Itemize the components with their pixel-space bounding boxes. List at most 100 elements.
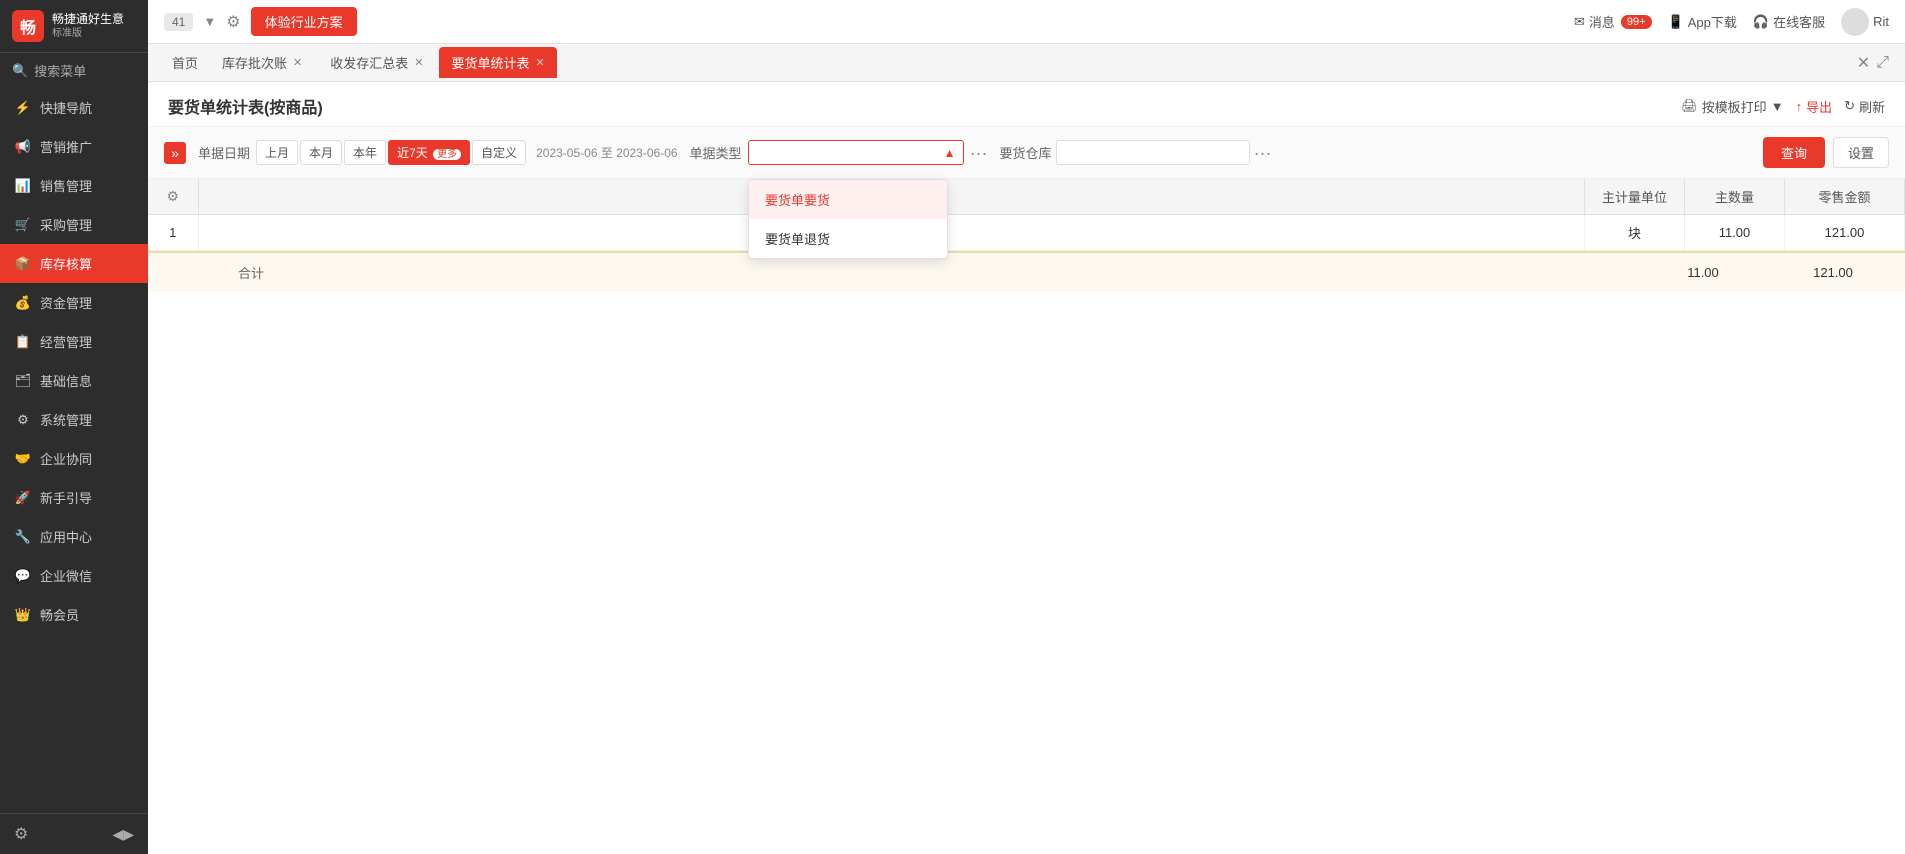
page-content: 要货单统计表(按商品) 🖨 按模板打印 ▼ ↑ 导出 ↻ 刷新 — [148, 82, 1905, 854]
headset-icon: 🎧 — [1753, 14, 1769, 30]
sidebar-item-quick-nav[interactable]: ⚡ 快捷导航 — [0, 88, 148, 127]
expand-button[interactable]: » — [164, 142, 186, 164]
tab-requisition-stats[interactable]: 要货单统计表 ✕ — [439, 47, 556, 78]
guide-icon: 🚀 — [14, 489, 32, 507]
app-center-icon: 🔧 — [14, 528, 32, 546]
table-head: ⚙ 商品 主计量单位 主数量 零售金额 — [148, 179, 1905, 215]
topbar-right: ✉ 消息 99+ 📱 App下载 🎧 在线客服 Rit — [1574, 8, 1889, 36]
sidebar-item-inventory[interactable]: 📦 库存核算 — [0, 244, 148, 283]
sidebar-item-operations[interactable]: 📋 经营管理 — [0, 322, 148, 361]
tab-receive-summary[interactable]: 收发存汇总表 ✕ — [318, 47, 435, 78]
date-btn-this-month[interactable]: 本月 — [300, 140, 342, 165]
table-footer: 合计 11.00 121.00 — [148, 251, 1905, 292]
sidebar-item-member[interactable]: 👑 畅会员 — [0, 595, 148, 634]
user-avatar — [1841, 8, 1869, 36]
app-download-item[interactable]: 📱 App下载 — [1668, 12, 1737, 31]
warehouse-more-icon[interactable]: ··· — [1254, 144, 1272, 162]
topbar: 41 ▼ ⚙ 体验行业方案 ✉ 消息 99+ 📱 App下载 🎧 在线客服 Ri… — [148, 0, 1905, 44]
search-menu[interactable]: 🔍 搜索菜单 — [0, 53, 148, 88]
date-filter-label: 单据日期 — [198, 143, 250, 162]
tabs-expand-icon[interactable]: ⤢ — [1876, 54, 1889, 72]
tab-close-requisition-stats[interactable]: ✕ — [536, 56, 545, 69]
user-name: Rit — [1873, 14, 1889, 29]
cell-qty: 11.00 — [1685, 215, 1785, 251]
tab-inventory-batch[interactable]: 库存批次账 ✕ — [210, 47, 314, 78]
sidebar-item-guide[interactable]: 🚀 新手引导 — [0, 478, 148, 517]
export-btn[interactable]: ↑ 导出 — [1796, 97, 1833, 116]
footer-qty: 11.00 — [1653, 265, 1753, 280]
app-logo: 畅 — [12, 10, 44, 42]
sidebar-item-finance[interactable]: 💰 资金管理 — [0, 283, 148, 322]
industry-btn[interactable]: 体验行业方案 — [251, 7, 357, 36]
brand-text: 畅捷通好生意 标准版 — [52, 11, 124, 42]
date-btn-this-year[interactable]: 本年 — [344, 140, 386, 165]
more-badge: 更多 — [433, 149, 461, 160]
data-table: ⚙ 商品 主计量单位 主数量 零售金额 1 块 — [148, 179, 1905, 251]
search-icon: 🔍 — [12, 63, 28, 79]
col-unit-header: 主计量单位 — [1585, 179, 1685, 215]
messages-item[interactable]: ✉ 消息 99+ — [1574, 12, 1652, 31]
print-btn[interactable]: 🖨 按模板打印 ▼ — [1681, 97, 1783, 116]
sidebar: 畅 畅捷通好生意 标准版 🔍 搜索菜单 ⚡ 快捷导航 📢 营销推广 📊 销售管理… — [0, 0, 148, 854]
refresh-btn[interactable]: ↻ 刷新 — [1844, 97, 1885, 116]
tab-count: 41 — [164, 13, 193, 31]
warehouse-input[interactable] — [1056, 140, 1250, 165]
settings-icon[interactable]: ⚙ — [14, 824, 28, 844]
settings-button[interactable]: 设置 — [1833, 137, 1889, 168]
sidebar-header: 畅 畅捷通好生意 标准版 — [0, 0, 148, 53]
tab-close-inventory-batch[interactable]: ✕ — [293, 56, 302, 69]
warehouse-label: 要货仓库 — [1000, 143, 1052, 162]
refresh-icon: ↻ — [1844, 98, 1855, 114]
date-btn-custom[interactable]: 自定义 — [472, 140, 526, 165]
page-title: 要货单统计表(按商品) — [168, 94, 323, 118]
query-button[interactable]: 查询 — [1763, 137, 1825, 168]
table-container: ⚙ 商品 主计量单位 主数量 零售金额 1 块 — [148, 179, 1905, 251]
tab-home[interactable]: 首页 — [164, 47, 206, 78]
type-select-input[interactable] — [748, 140, 964, 165]
type-filter-group: 单据类型 ▲ ··· — [690, 140, 988, 165]
tabs-close-all-icon[interactable]: ✕ — [1857, 53, 1870, 73]
cell-unit: 块 — [1585, 215, 1685, 251]
type-select-wrap: ▲ — [748, 140, 964, 165]
topbar-left: 41 ▼ ⚙ 体验行业方案 — [164, 7, 357, 36]
tab-close-receive-summary[interactable]: ✕ — [414, 56, 423, 69]
table-body: 1 块 11.00 121.00 — [148, 215, 1905, 251]
sidebar-item-marketing[interactable]: 📢 营销推广 — [0, 127, 148, 166]
date-btn-last-month[interactable]: 上月 — [256, 140, 298, 165]
collapse-icon[interactable]: ◀▶ — [112, 826, 134, 843]
enterprise-icon: 🤝 — [14, 450, 32, 468]
date-buttons: 上月 本月 本年 近7天 更多 自定义 — [256, 140, 526, 165]
sidebar-item-wechat[interactable]: 💬 企业微信 — [0, 556, 148, 595]
basic-info-icon: 🗂 — [14, 372, 32, 390]
sidebar-item-system[interactable]: ⚙ 系统管理 — [0, 400, 148, 439]
sidebar-item-basic-info[interactable]: 🗂 基础信息 — [0, 361, 148, 400]
sidebar-item-purchase[interactable]: 🛒 采购管理 — [0, 205, 148, 244]
type-more-icon[interactable]: ··· — [970, 144, 988, 162]
wechat-icon: 💬 — [14, 567, 32, 585]
filter-right: 查询 设置 — [1763, 137, 1889, 168]
dropdown-item-requisition-return[interactable]: 要货单退货 — [749, 219, 947, 258]
dropdown-item-requisition-order[interactable]: 要货单要货 — [749, 180, 947, 219]
date-filter-group: 单据日期 上月 本月 本年 近7天 更多 自定义 2023-05-06 至 20… — [198, 140, 678, 165]
col-gear-icon[interactable]: ⚙ — [166, 188, 179, 204]
table-header-row: ⚙ 商品 主计量单位 主数量 零售金额 — [148, 179, 1905, 215]
sidebar-item-enterprise[interactable]: 🤝 企业协同 — [0, 439, 148, 478]
print-icon: 🖨 — [1681, 98, 1698, 114]
operations-icon: 📋 — [14, 333, 32, 351]
tab-count-chevron[interactable]: ▼ — [203, 14, 216, 29]
sidebar-item-app-center[interactable]: 🔧 应用中心 — [0, 517, 148, 556]
filter-bar-wrapper: » 单据日期 上月 本月 本年 近7天 更多 自定义 2023-05-06 至 … — [148, 127, 1905, 179]
sales-icon: 📊 — [14, 177, 32, 195]
date-btn-7days[interactable]: 近7天 更多 — [388, 140, 470, 165]
cell-amount: 121.00 — [1785, 215, 1905, 251]
user-profile-item[interactable]: Rit — [1841, 8, 1889, 36]
purchase-icon: 🛒 — [14, 216, 32, 234]
page-header: 要货单统计表(按商品) 🖨 按模板打印 ▼ ↑ 导出 ↻ 刷新 — [148, 82, 1905, 127]
messages-icon: ✉ — [1574, 14, 1585, 30]
col-gear-header: ⚙ — [148, 179, 198, 215]
topbar-gear-icon[interactable]: ⚙ — [226, 12, 240, 32]
sidebar-item-sales[interactable]: 📊 销售管理 — [0, 166, 148, 205]
col-amount-header: 零售金额 — [1785, 179, 1905, 215]
main-area: 41 ▼ ⚙ 体验行业方案 ✉ 消息 99+ 📱 App下载 🎧 在线客服 Ri… — [148, 0, 1905, 854]
online-service-item[interactable]: 🎧 在线客服 — [1753, 12, 1825, 31]
